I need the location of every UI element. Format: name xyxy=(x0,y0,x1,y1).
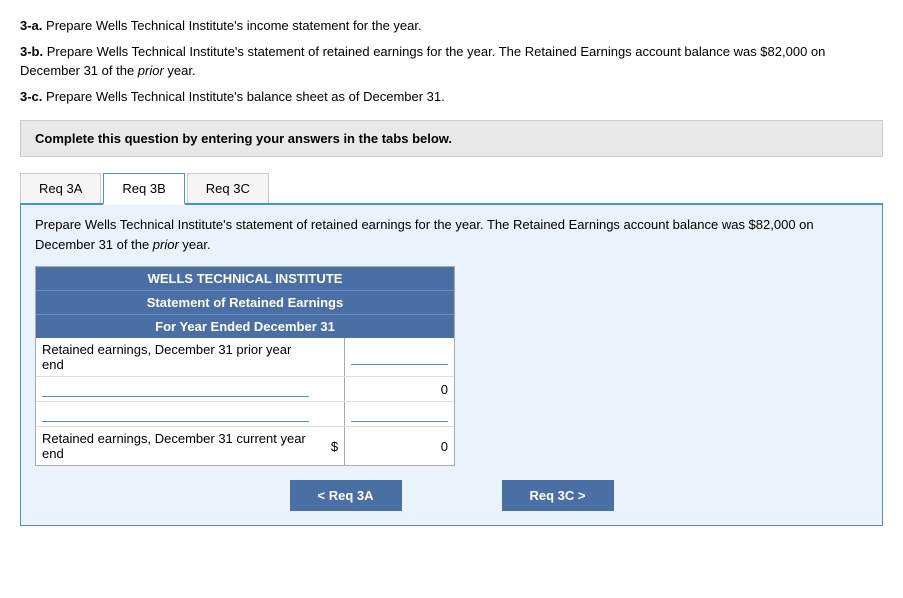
label-3c: 3-c. xyxy=(20,89,42,104)
row2-value-cell: 0 xyxy=(345,377,454,402)
title2-text: Statement of Retained Earnings xyxy=(147,295,343,310)
prev-button[interactable]: < Req 3A xyxy=(290,480,402,511)
row1-input[interactable] xyxy=(351,349,448,365)
row3-value-cell[interactable] xyxy=(345,402,454,427)
row1-value-cell[interactable] xyxy=(345,338,454,377)
instruction-line1: 3-a. Prepare Wells Technical Institute's… xyxy=(20,16,883,36)
row3-label-input[interactable] xyxy=(42,406,309,422)
row4-label-text: Retained earnings, December 31 current y… xyxy=(42,431,306,461)
tab-description: Prepare Wells Technical Institute's stat… xyxy=(35,215,868,254)
financial-table: Retained earnings, December 31 prior yea… xyxy=(36,338,454,465)
header-title1: WELLS TECHNICAL INSTITUTE xyxy=(36,267,454,291)
tab-req3b[interactable]: Req 3B xyxy=(103,173,184,205)
tab-req3a-label: Req 3A xyxy=(39,181,82,196)
tab-req3c-label: Req 3C xyxy=(206,181,250,196)
table-row xyxy=(36,402,454,427)
next-button-label: Req 3C > xyxy=(530,488,586,503)
label-3b: 3-b. xyxy=(20,44,43,59)
complete-instruction-box: Complete this question by entering your … xyxy=(20,120,883,157)
instruction-line3: 3-c. Prepare Wells Technical Institute's… xyxy=(20,87,883,107)
row3-dollar xyxy=(315,402,345,427)
row2-dollar xyxy=(315,377,345,402)
row4-dollar-text: $ xyxy=(331,439,338,454)
title1-text: WELLS TECHNICAL INSTITUTE xyxy=(148,271,343,286)
row3-input[interactable] xyxy=(351,406,448,422)
row2-label[interactable] xyxy=(36,377,315,402)
tab-req3b-label: Req 3B xyxy=(122,181,165,196)
instruction-line2: 3-b. Prepare Wells Technical Institute's… xyxy=(20,42,883,81)
page-container: 3-a. Prepare Wells Technical Institute's… xyxy=(0,0,903,598)
row1-label: Retained earnings, December 31 prior yea… xyxy=(36,338,315,377)
text-3c: Prepare Wells Technical Institute's bala… xyxy=(46,89,445,104)
row2-value-text: 0 xyxy=(441,382,448,397)
tabs-row: Req 3A Req 3B Req 3C xyxy=(20,173,883,205)
tab-req3c[interactable]: Req 3C xyxy=(187,173,269,203)
instructions-section: 3-a. Prepare Wells Technical Institute's… xyxy=(20,16,883,106)
next-button[interactable]: Req 3C > xyxy=(502,480,614,511)
text-3a: Prepare Wells Technical Institute's inco… xyxy=(46,18,422,33)
row2-label-input[interactable] xyxy=(42,381,309,397)
row1-dollar xyxy=(315,338,345,377)
row4-label: Retained earnings, December 31 current y… xyxy=(36,427,315,466)
table-row: Retained earnings, December 31 prior yea… xyxy=(36,338,454,377)
table-header: WELLS TECHNICAL INSTITUTE Statement of R… xyxy=(36,267,454,338)
tab-content-area: Prepare Wells Technical Institute's stat… xyxy=(20,205,883,526)
financial-statement-container: WELLS TECHNICAL INSTITUTE Statement of R… xyxy=(35,266,455,466)
header-title3: For Year Ended December 31 xyxy=(36,315,454,338)
label-3a: 3-a. xyxy=(20,18,42,33)
complete-instruction-text: Complete this question by entering your … xyxy=(35,131,452,146)
prev-button-label: < Req 3A xyxy=(318,488,374,503)
table-row: Retained earnings, December 31 current y… xyxy=(36,427,454,466)
tab-desc-text: Prepare Wells Technical Institute's stat… xyxy=(35,217,814,252)
row4-value-text: 0 xyxy=(441,439,448,454)
nav-buttons: < Req 3A Req 3C > xyxy=(35,480,868,511)
row1-label-text: Retained earnings, December 31 prior yea… xyxy=(42,342,291,372)
header-title2: Statement of Retained Earnings xyxy=(36,291,454,315)
title3-text: For Year Ended December 31 xyxy=(155,319,335,334)
table-row: 0 xyxy=(36,377,454,402)
row4-dollar: $ xyxy=(315,427,345,466)
row3-label[interactable] xyxy=(36,402,315,427)
text-3b: Prepare Wells Technical Institute's stat… xyxy=(20,44,825,79)
row4-value-cell: 0 xyxy=(345,427,454,466)
tab-req3a[interactable]: Req 3A xyxy=(20,173,101,203)
